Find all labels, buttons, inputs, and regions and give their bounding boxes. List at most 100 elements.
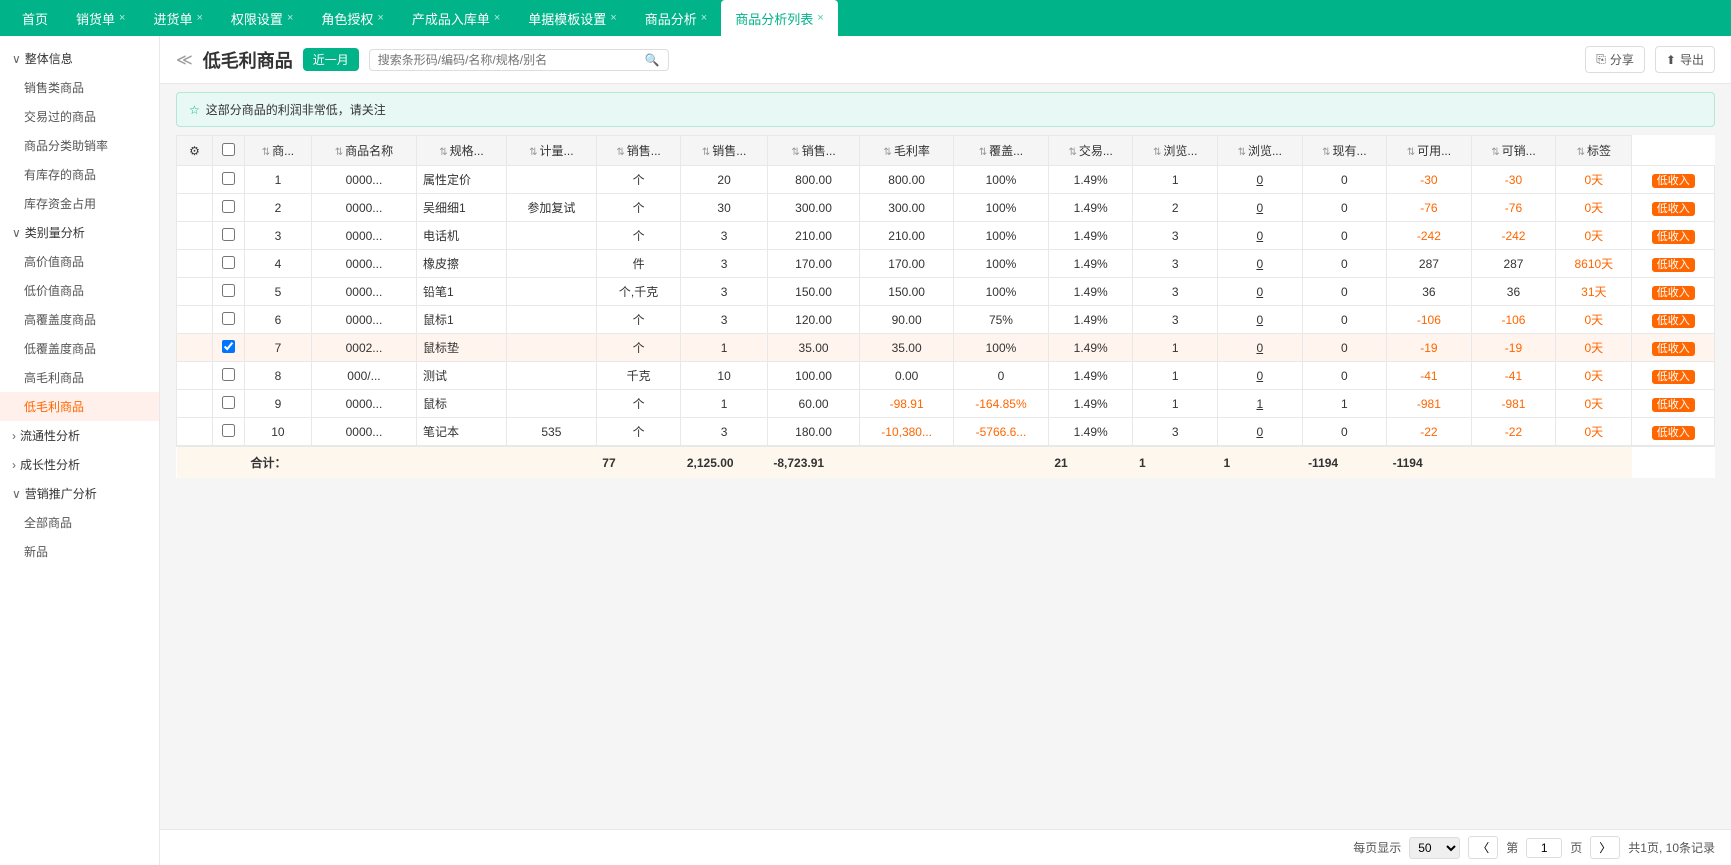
row-check-2[interactable] <box>222 228 235 241</box>
sidebar-item-high-coverage[interactable]: 高覆盖度商品 <box>0 305 159 334</box>
th-sales3[interactable]: ⇅销售... <box>767 136 859 166</box>
close-stock-icon[interactable]: × <box>494 12 500 24</box>
th-code[interactable]: ⇅商... <box>245 136 312 166</box>
nav-template[interactable]: 单据模板设置 × <box>514 0 630 36</box>
row-name-3[interactable]: 橡皮擦 <box>417 250 507 278</box>
sidebar-item-sales-goods[interactable]: 销售类商品 <box>0 73 159 102</box>
row-name-8[interactable]: 鼠标 <box>417 390 507 418</box>
row-checkbox-5[interactable] <box>213 306 245 334</box>
row-name-1[interactable]: 吴细细1 <box>417 194 507 222</box>
th-stock3[interactable]: ⇅可销... <box>1471 136 1556 166</box>
row-view1-9[interactable]: 0 <box>1218 418 1303 447</box>
row-check-6[interactable] <box>222 340 235 353</box>
th-tag[interactable]: ⇅标签 <box>1556 136 1632 166</box>
row-checkbox-0[interactable] <box>213 166 245 194</box>
close-analysis-list-icon[interactable]: × <box>817 12 823 24</box>
th-spec[interactable]: ⇅规格... <box>417 136 507 166</box>
th-stock2[interactable]: ⇅可用... <box>1387 136 1472 166</box>
row-check-0[interactable] <box>222 172 235 185</box>
close-analysis-icon[interactable]: × <box>701 12 707 24</box>
nav-analysis-list[interactable]: 商品分析列表 × <box>721 0 837 36</box>
sidebar-item-low-margin[interactable]: 低毛利商品 <box>0 392 159 421</box>
sidebar-item-traded-goods[interactable]: 交易过的商品 <box>0 102 159 131</box>
sidebar-item-low-coverage[interactable]: 低覆盖度商品 <box>0 334 159 363</box>
sidebar-item-new-goods[interactable]: 新品 <box>0 537 159 566</box>
select-all-checkbox[interactable] <box>222 143 235 156</box>
row-checkbox-6[interactable] <box>213 334 245 362</box>
close-purchase-icon[interactable]: × <box>196 12 202 24</box>
close-permission-icon[interactable]: × <box>287 12 293 24</box>
sidebar-group-category[interactable]: ∨ 类别量分析 <box>0 218 159 247</box>
row-view1-5[interactable]: 0 <box>1218 306 1303 334</box>
sidebar-item-low-value[interactable]: 低价值商品 <box>0 276 159 305</box>
nav-product-stock[interactable]: 产成品入库单 × <box>398 0 514 36</box>
th-sales2[interactable]: ⇅销售... <box>681 136 767 166</box>
row-view1-4[interactable]: 0 <box>1218 278 1303 306</box>
share-btn[interactable]: ⎘ 分享 <box>1585 46 1645 73</box>
th-view2[interactable]: ⇅浏览... <box>1218 136 1303 166</box>
row-checkbox-7[interactable] <box>213 362 245 390</box>
close-template-icon[interactable]: × <box>610 12 616 24</box>
row-check-1[interactable] <box>222 200 235 213</box>
search-icon[interactable]: 🔍 <box>645 53 660 67</box>
row-checkbox-1[interactable] <box>213 194 245 222</box>
row-check-7[interactable] <box>222 368 235 381</box>
sidebar-item-high-margin[interactable]: 高毛利商品 <box>0 363 159 392</box>
search-input[interactable] <box>378 53 645 67</box>
sidebar-item-stocked-goods[interactable]: 有库存的商品 <box>0 160 159 189</box>
page-size-select[interactable]: 50 20 100 <box>1409 837 1460 859</box>
row-name-0[interactable]: 属性定价 <box>417 166 507 194</box>
next-page-btn[interactable]: 〉 <box>1590 836 1620 859</box>
export-btn[interactable]: ⬆ 导出 <box>1655 46 1715 73</box>
row-view1-3[interactable]: 0 <box>1218 250 1303 278</box>
th-gross-rate[interactable]: ⇅毛利率 <box>860 136 954 166</box>
row-checkbox-9[interactable] <box>213 418 245 447</box>
nav-sales[interactable]: 销货单 × <box>62 0 139 36</box>
sidebar-item-capital[interactable]: 库存资金占用 <box>0 189 159 218</box>
row-name-4[interactable]: 铅笔1 <box>417 278 507 306</box>
sidebar-group-growth[interactable]: › 成长性分析 <box>0 450 159 479</box>
row-checkbox-4[interactable] <box>213 278 245 306</box>
nav-analysis[interactable]: 商品分析 × <box>631 0 721 36</box>
nav-purchase[interactable]: 进货单 × <box>139 0 216 36</box>
th-checkbox[interactable] <box>213 136 245 166</box>
sidebar-item-all-goods[interactable]: 全部商品 <box>0 508 159 537</box>
sidebar-item-high-value[interactable]: 高价值商品 <box>0 247 159 276</box>
row-check-9[interactable] <box>222 424 235 437</box>
prev-page-btn[interactable]: 〈 <box>1468 836 1498 859</box>
th-settings[interactable]: ⚙ <box>177 136 213 166</box>
row-view1-1[interactable]: 0 <box>1218 194 1303 222</box>
row-name-5[interactable]: 鼠标1 <box>417 306 507 334</box>
row-checkbox-8[interactable] <box>213 390 245 418</box>
nav-permission[interactable]: 权限设置 × <box>217 0 307 36</box>
collapse-sidebar-icon[interactable]: ≪ <box>176 50 193 70</box>
row-check-4[interactable] <box>222 284 235 297</box>
row-check-5[interactable] <box>222 312 235 325</box>
row-name-6[interactable]: 鼠标垫 <box>417 334 507 362</box>
row-name-7[interactable]: 测试 <box>417 362 507 390</box>
close-sales-icon[interactable]: × <box>119 12 125 24</box>
th-trade[interactable]: ⇅交易... <box>1048 136 1133 166</box>
nav-role[interactable]: 角色授权 × <box>307 0 397 36</box>
row-view1-8[interactable]: 1 <box>1218 390 1303 418</box>
close-role-icon[interactable]: × <box>377 12 383 24</box>
row-view1-7[interactable]: 0 <box>1218 362 1303 390</box>
th-sales1[interactable]: ⇅销售... <box>596 136 681 166</box>
row-view1-2[interactable]: 0 <box>1218 222 1303 250</box>
row-check-8[interactable] <box>222 396 235 409</box>
nav-home[interactable]: 首页 <box>8 0 62 36</box>
sidebar-group-circulation[interactable]: › 流通性分析 <box>0 421 159 450</box>
row-name-2[interactable]: 电话机 <box>417 222 507 250</box>
row-checkbox-3[interactable] <box>213 250 245 278</box>
row-view1-0[interactable]: 0 <box>1218 166 1303 194</box>
sidebar-group-marketing[interactable]: ∨ 营销推广分析 <box>0 479 159 508</box>
th-view1[interactable]: ⇅浏览... <box>1133 136 1218 166</box>
filter-recent-month-btn[interactable]: 近一月 <box>303 48 359 71</box>
th-coverage[interactable]: ⇅覆盖... <box>954 136 1049 166</box>
row-check-3[interactable] <box>222 256 235 269</box>
row-view1-6[interactable]: 0 <box>1218 334 1303 362</box>
row-checkbox-2[interactable] <box>213 222 245 250</box>
sidebar-group-overall[interactable]: ∨ 整体信息 <box>0 44 159 73</box>
row-name-9[interactable]: 笔记本 <box>417 418 507 447</box>
th-name[interactable]: ⇅商品名称 <box>311 136 416 166</box>
